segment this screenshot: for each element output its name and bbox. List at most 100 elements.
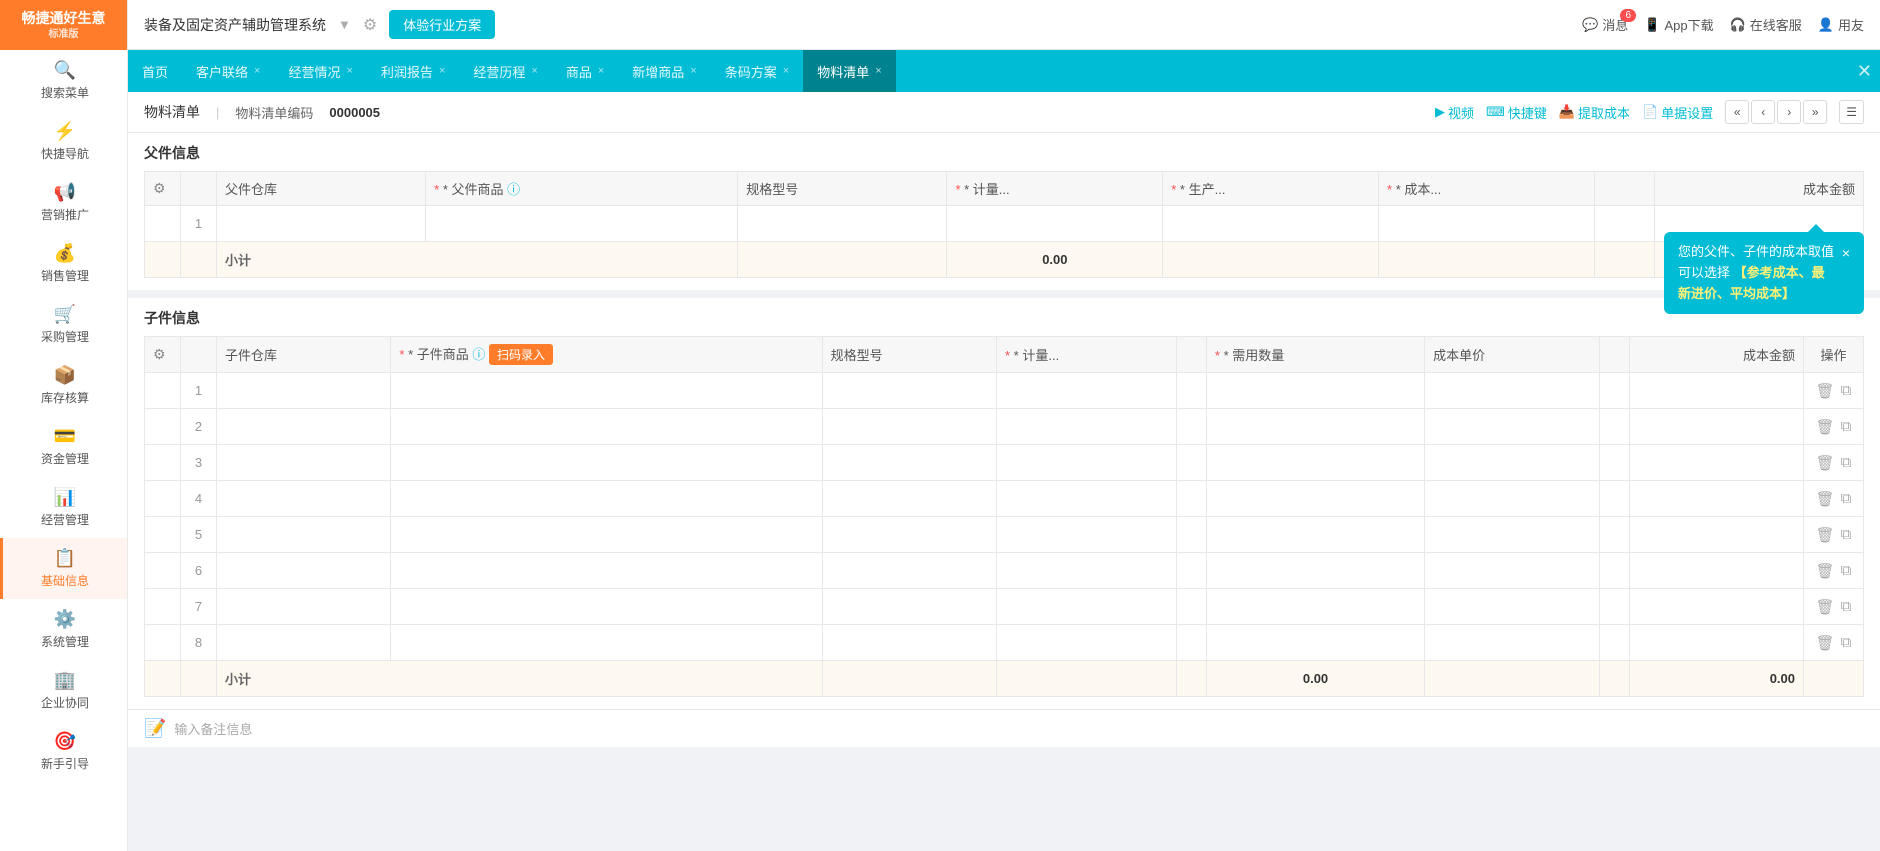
child-row6-warehouse[interactable]: [217, 553, 391, 589]
extract-cost-tool[interactable]: 📥 提取成本: [1559, 103, 1630, 122]
sidebar-item-basic-info[interactable]: 📋 基础信息: [0, 538, 127, 599]
dropdown-arrow-icon[interactable]: ▼: [338, 17, 351, 32]
child-row2-goods[interactable]: [391, 409, 822, 445]
child-row3-warehouse[interactable]: [217, 445, 391, 481]
child-row7-quantity[interactable]: [1206, 589, 1424, 625]
prev-page-btn[interactable]: ‹: [1751, 100, 1775, 124]
tab-profit[interactable]: 利润报告 ×: [367, 50, 459, 92]
child-row7-unit-cost[interactable]: [1425, 589, 1599, 625]
child-row4-goods[interactable]: [391, 481, 822, 517]
user-avatar[interactable]: 👤 用友: [1818, 15, 1864, 34]
copy-icon-row4[interactable]: ⧉: [1841, 490, 1852, 507]
list-view-btn[interactable]: ☰: [1839, 100, 1864, 124]
child-row7-goods[interactable]: [391, 589, 822, 625]
child-row3-goods[interactable]: [391, 445, 822, 481]
child-row6-spec[interactable]: [822, 553, 996, 589]
child-settings-icon[interactable]: ⚙: [153, 346, 166, 362]
child-row8-unit-cost[interactable]: [1425, 625, 1599, 661]
parent-row1-cost[interactable]: [1379, 206, 1595, 242]
tab-goods[interactable]: 商品 ×: [552, 50, 618, 92]
tab-new-goods[interactable]: 新增商品 ×: [618, 50, 710, 92]
copy-icon-row2[interactable]: ⧉: [1841, 418, 1852, 435]
child-row6-unit[interactable]: [996, 553, 1176, 589]
delete-icon-row4[interactable]: 🗑: [1816, 490, 1835, 508]
tab-bom-close[interactable]: ×: [875, 65, 881, 77]
sidebar-item-marketing[interactable]: 📢 营销推广: [0, 172, 127, 233]
delete-icon-row5[interactable]: 🗑: [1816, 526, 1835, 544]
copy-icon-row1[interactable]: ⧉: [1841, 382, 1852, 399]
tab-operation[interactable]: 经营情况 ×: [274, 50, 366, 92]
parent-row1-production[interactable]: [1163, 206, 1379, 242]
child-row5-unit-cost[interactable]: [1425, 517, 1599, 553]
tab-home[interactable]: 首页: [128, 50, 182, 92]
child-row3-unit[interactable]: [996, 445, 1176, 481]
child-row3-spec[interactable]: [822, 445, 996, 481]
child-row5-warehouse[interactable]: [217, 517, 391, 553]
parent-row1-warehouse[interactable]: [217, 206, 426, 242]
child-row1-unit-cost[interactable]: [1425, 373, 1599, 409]
single-settings-tool[interactable]: 📄 单据设置: [1642, 103, 1713, 122]
delete-icon-row6[interactable]: 🗑: [1816, 562, 1835, 580]
delete-icon-row2[interactable]: 🗑: [1816, 418, 1835, 436]
close-all-icon[interactable]: ✕: [1857, 61, 1872, 82]
shortcut-tool[interactable]: ⌨ 快捷键: [1486, 103, 1547, 122]
child-row8-unit[interactable]: [996, 625, 1176, 661]
goods-info-icon[interactable]: ⓘ: [507, 182, 520, 197]
child-row4-spec[interactable]: [822, 481, 996, 517]
child-row2-unit[interactable]: [996, 409, 1176, 445]
child-row5-quantity[interactable]: [1206, 517, 1424, 553]
delete-icon-row1[interactable]: 🗑: [1816, 382, 1835, 400]
child-goods-info-icon[interactable]: ⓘ: [472, 347, 485, 362]
child-row4-unit-cost[interactable]: [1425, 481, 1599, 517]
online-service-item[interactable]: 🎧 在线客服: [1730, 15, 1802, 34]
tab-operation-close[interactable]: ×: [346, 65, 352, 77]
tab-new-goods-close[interactable]: ×: [690, 65, 696, 77]
sidebar-item-quicknav[interactable]: ⚡ 快捷导航: [0, 111, 127, 172]
tab-customer[interactable]: 客户联络 ×: [182, 50, 274, 92]
child-row6-unit-cost[interactable]: [1425, 553, 1599, 589]
tab-history-close[interactable]: ×: [531, 65, 537, 77]
app-download-item[interactable]: 📱 App下载: [1644, 15, 1713, 34]
last-page-btn[interactable]: »: [1803, 100, 1827, 124]
sidebar-item-enterprise[interactable]: 🏢 企业协同: [0, 660, 127, 721]
child-row4-unit[interactable]: [996, 481, 1176, 517]
child-row8-spec[interactable]: [822, 625, 996, 661]
child-row6-goods[interactable]: [391, 553, 822, 589]
child-row2-warehouse[interactable]: [217, 409, 391, 445]
copy-icon-row8[interactable]: ⧉: [1841, 634, 1852, 651]
tab-barcode[interactable]: 条码方案 ×: [711, 50, 803, 92]
note-hint[interactable]: 输入备注信息: [174, 719, 252, 738]
copy-icon-row7[interactable]: ⧉: [1841, 598, 1852, 615]
child-row2-unit-cost[interactable]: [1425, 409, 1599, 445]
copy-icon-row6[interactable]: ⧉: [1841, 562, 1852, 579]
experience-btn[interactable]: 体验行业方案: [389, 10, 495, 39]
child-row8-quantity[interactable]: [1206, 625, 1424, 661]
sidebar-item-finance[interactable]: 💳 资金管理: [0, 416, 127, 477]
video-tool[interactable]: ▶ 视频: [1435, 103, 1474, 122]
settings-icon[interactable]: ⚙: [363, 15, 377, 35]
delete-icon-row7[interactable]: 🗑: [1816, 598, 1835, 616]
child-row6-quantity[interactable]: [1206, 553, 1424, 589]
child-row7-warehouse[interactable]: [217, 589, 391, 625]
parent-row1-unit[interactable]: [947, 206, 1163, 242]
copy-icon-row5[interactable]: ⧉: [1841, 526, 1852, 543]
sidebar-item-guide[interactable]: 🎯 新手引导: [0, 721, 127, 782]
parent-row1-goods[interactable]: [426, 206, 738, 242]
tab-history[interactable]: 经营历程 ×: [459, 50, 551, 92]
child-row4-warehouse[interactable]: [217, 481, 391, 517]
sidebar-item-search[interactable]: 🔍 搜索菜单: [0, 50, 127, 111]
child-row1-quantity[interactable]: [1206, 373, 1424, 409]
scan-button[interactable]: 扫码录入: [489, 344, 553, 365]
child-row7-spec[interactable]: [822, 589, 996, 625]
parent-row1-spec[interactable]: [738, 206, 947, 242]
delete-icon-row3[interactable]: 🗑: [1816, 454, 1835, 472]
sidebar-item-operations[interactable]: 📊 经营管理: [0, 477, 127, 538]
parent-settings-icon[interactable]: ⚙: [153, 180, 166, 196]
child-row5-unit[interactable]: [996, 517, 1176, 553]
child-row7-unit[interactable]: [996, 589, 1176, 625]
copy-icon-row3[interactable]: ⧉: [1841, 454, 1852, 471]
child-row1-goods[interactable]: [391, 373, 822, 409]
child-row1-warehouse[interactable]: [217, 373, 391, 409]
child-row2-spec[interactable]: [822, 409, 996, 445]
child-row8-warehouse[interactable]: [217, 625, 391, 661]
